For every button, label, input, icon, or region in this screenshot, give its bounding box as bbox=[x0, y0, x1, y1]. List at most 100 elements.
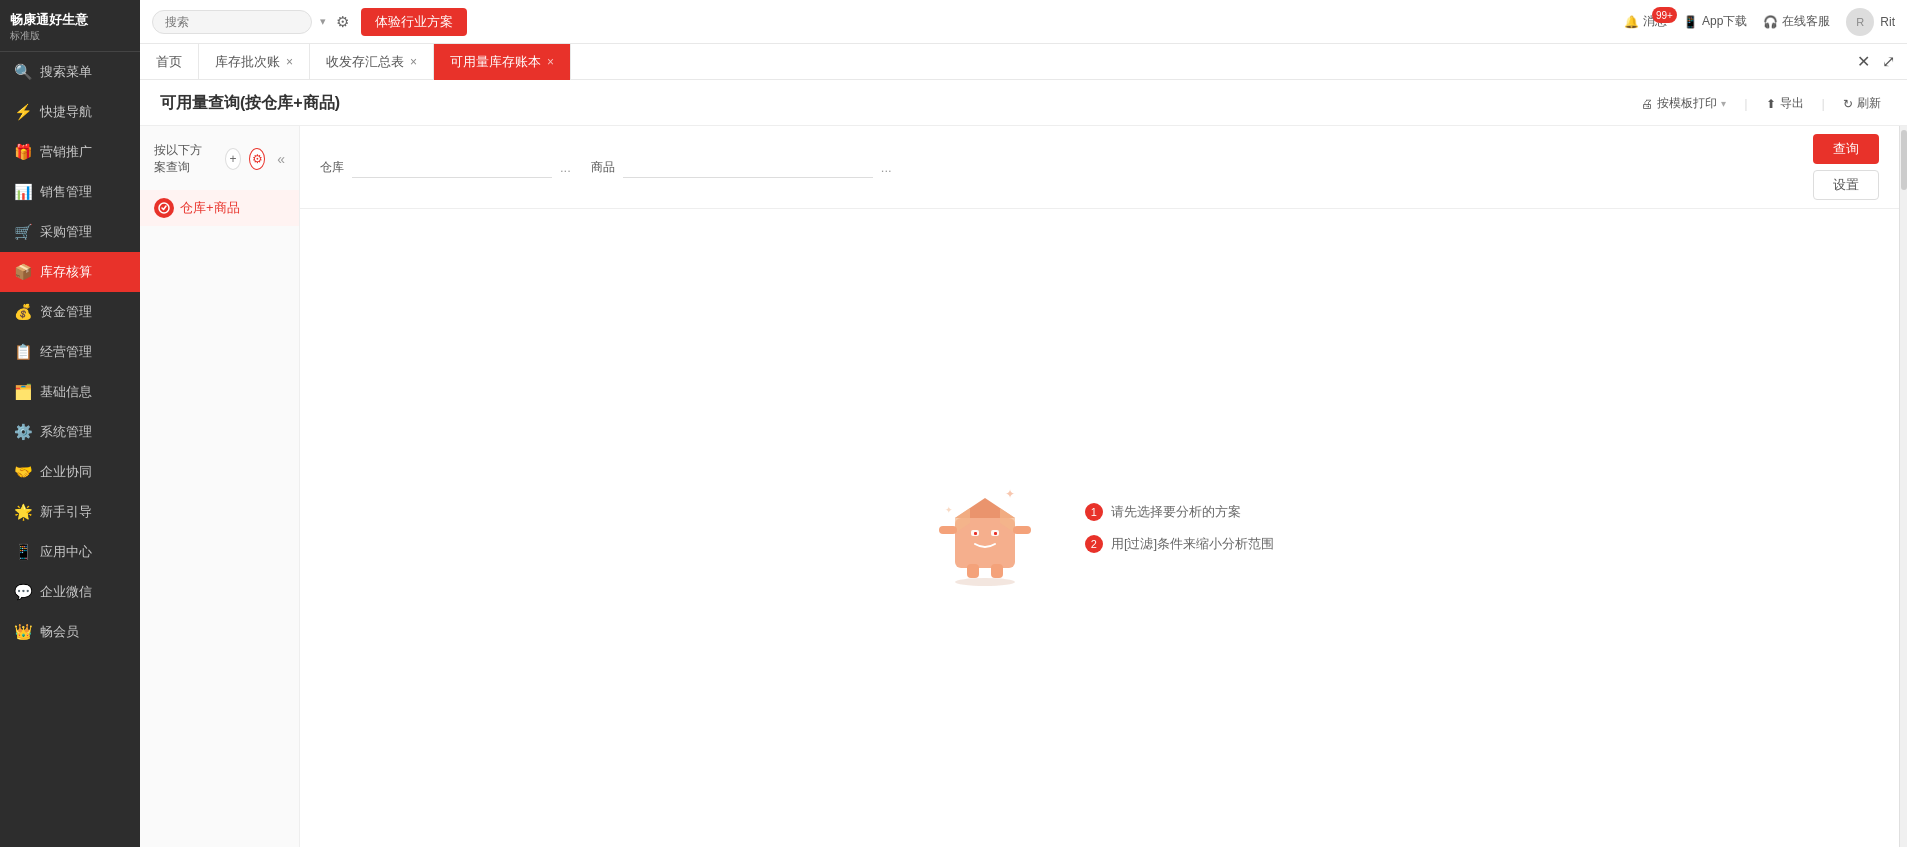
message-button[interactable]: 🔔 消息 99+ bbox=[1624, 13, 1667, 30]
sidebar-item-finance[interactable]: 💰 资金管理 bbox=[0, 292, 140, 332]
app-download-button[interactable]: 📱 App下载 bbox=[1683, 13, 1747, 30]
collapse-button[interactable]: « bbox=[277, 151, 285, 167]
print-label: 按模板打印 bbox=[1657, 95, 1717, 112]
warehouse-field: 仓库 ... bbox=[320, 157, 571, 178]
vip-icon: 👑 bbox=[14, 623, 32, 641]
topbar: ▾ ⚙ 体验行业方案 🔔 消息 99+ 📱 App下载 🎧 在线客服 R R bbox=[140, 0, 1907, 44]
add-scheme-button[interactable]: + bbox=[225, 148, 241, 170]
right-scrollbar[interactable] bbox=[1899, 126, 1907, 847]
sales-icon: 📊 bbox=[14, 183, 32, 201]
content-area: 仓库 ... 商品 ... 查询 设置 bbox=[300, 126, 1899, 847]
refresh-icon: ↻ bbox=[1843, 97, 1853, 111]
tab-collect-summary-close[interactable]: × bbox=[410, 55, 417, 69]
sidebar-item-search[interactable]: 🔍 搜索菜单 bbox=[0, 52, 140, 92]
sidebar-item-label-corp: 企业协同 bbox=[40, 463, 92, 481]
sidebar-item-vip[interactable]: 👑 畅会员 bbox=[0, 612, 140, 652]
print-icon: 🖨 bbox=[1641, 97, 1653, 111]
expand-tabs-button[interactable]: ⤢ bbox=[1878, 50, 1899, 73]
svg-text:✦: ✦ bbox=[945, 505, 953, 515]
page-title: 可用量查询(按仓库+商品) bbox=[160, 93, 340, 114]
sidebar-item-marketing[interactable]: 🎁 营销推广 bbox=[0, 132, 140, 172]
sidebar-item-label-quick-nav: 快捷导航 bbox=[40, 103, 92, 121]
sidebar-item-corp[interactable]: 🤝 企业协同 bbox=[0, 452, 140, 492]
app-label: App下载 bbox=[1702, 13, 1747, 30]
svg-rect-11 bbox=[967, 564, 979, 578]
tab-available-stock-label: 可用量库存账本 bbox=[450, 53, 541, 71]
page-header: 可用量查询(按仓库+商品) 🖨 按模板打印 ▾ | ⬆ 导出 | ↻ 刷新 bbox=[140, 80, 1907, 126]
empty-inner: ✦ ✦ 1 请先选择要分析的方案 2 用[过滤]条件来缩小分析范围 bbox=[925, 468, 1274, 588]
sidebar-item-system[interactable]: ⚙️ 系统管理 bbox=[0, 412, 140, 452]
svg-rect-7 bbox=[974, 532, 977, 535]
sidebar-item-purchase[interactable]: 🛒 采购管理 bbox=[0, 212, 140, 252]
sidebar-item-app-center[interactable]: 📱 应用中心 bbox=[0, 532, 140, 572]
sidebar-item-inventory[interactable]: 📦 库存核算 bbox=[0, 252, 140, 292]
empty-tips: 1 请先选择要分析的方案 2 用[过滤]条件来缩小分析范围 bbox=[1085, 503, 1274, 553]
tabs-bar: 首页 库存批次账 × 收发存汇总表 × 可用量库存账本 × ✕ ⤢ bbox=[140, 44, 1907, 80]
empty-tip-2: 2 用[过滤]条件来缩小分析范围 bbox=[1085, 535, 1274, 553]
empty-state: ✦ ✦ 1 请先选择要分析的方案 2 用[过滤]条件来缩小分析范围 bbox=[300, 209, 1899, 847]
tab-collect-summary[interactable]: 收发存汇总表 × bbox=[310, 44, 434, 80]
sidebar-item-sales[interactable]: 📊 销售管理 bbox=[0, 172, 140, 212]
sidebar-item-operation[interactable]: 📋 经营管理 bbox=[0, 332, 140, 372]
export-icon: ⬆ bbox=[1766, 97, 1776, 111]
gear-icon[interactable]: ⚙ bbox=[336, 13, 349, 31]
tab-available-stock-close[interactable]: × bbox=[547, 55, 554, 69]
goods-field: 商品 ... bbox=[591, 157, 892, 178]
print-button[interactable]: 🖨 按模板打印 ▾ bbox=[1635, 92, 1732, 115]
tip-1-text: 请先选择要分析的方案 bbox=[1111, 503, 1241, 521]
refresh-button[interactable]: ↻ 刷新 bbox=[1837, 92, 1887, 115]
sidebar-item-quick-nav[interactable]: ⚡ 快捷导航 bbox=[0, 92, 140, 132]
print-chevron-icon: ▾ bbox=[1721, 98, 1726, 109]
sidebar-item-label-marketing: 营销推广 bbox=[40, 143, 92, 161]
scheme-item-warehouse-goods[interactable]: 仓库+商品 bbox=[140, 190, 299, 226]
brand-name: 畅康通好生意 bbox=[10, 12, 130, 29]
sidebar-item-label-operation: 经营管理 bbox=[40, 343, 92, 361]
online-service-button[interactable]: 🎧 在线客服 bbox=[1763, 13, 1830, 30]
goods-input[interactable] bbox=[623, 157, 873, 178]
tab-stock-batch[interactable]: 库存批次账 × bbox=[199, 44, 310, 80]
svg-rect-12 bbox=[991, 564, 1003, 578]
finance-icon: 💰 bbox=[14, 303, 32, 321]
user-area[interactable]: R Rit bbox=[1846, 8, 1895, 36]
edit-scheme-button[interactable]: ⚙ bbox=[249, 148, 265, 170]
home-label: 首页 bbox=[156, 53, 182, 71]
tip-num-2: 2 bbox=[1085, 535, 1103, 553]
query-label: 按以下方案查询 bbox=[154, 142, 213, 176]
chevron-down-icon[interactable]: ▾ bbox=[320, 15, 326, 28]
sidebar-item-label-base-info: 基础信息 bbox=[40, 383, 92, 401]
service-label: 在线客服 bbox=[1782, 13, 1830, 30]
main-area: ▾ ⚙ 体验行业方案 🔔 消息 99+ 📱 App下载 🎧 在线客服 R R bbox=[140, 0, 1907, 847]
message-badge: 99+ bbox=[1652, 7, 1677, 23]
sidebar-item-label-wechat: 企业微信 bbox=[40, 583, 92, 601]
query-button[interactable]: 查询 bbox=[1813, 134, 1879, 164]
sidebar-item-wechat[interactable]: 💬 企业微信 bbox=[0, 572, 140, 612]
tab-home[interactable]: 首页 bbox=[140, 44, 199, 80]
scheme-item-label: 仓库+商品 bbox=[180, 199, 240, 217]
scheme-panel: 按以下方案查询 + ⚙ « 仓库+商品 bbox=[140, 126, 300, 847]
guide-icon: 🌟 bbox=[14, 503, 32, 521]
sidebar-item-guide[interactable]: 🌟 新手引导 bbox=[0, 492, 140, 532]
tab-stock-batch-label: 库存批次账 bbox=[215, 53, 280, 71]
goods-label: 商品 bbox=[591, 159, 615, 176]
phone-icon: 📱 bbox=[1683, 15, 1698, 29]
tip-num-1: 1 bbox=[1085, 503, 1103, 521]
warehouse-input[interactable] bbox=[352, 157, 552, 178]
export-button[interactable]: ⬆ 导出 bbox=[1760, 92, 1810, 115]
refresh-label: 刷新 bbox=[1857, 95, 1881, 112]
trial-button[interactable]: 体验行业方案 bbox=[361, 8, 467, 36]
goods-more-btn[interactable]: ... bbox=[881, 160, 892, 175]
warehouse-more-btn[interactable]: ... bbox=[560, 160, 571, 175]
sidebar-item-label-app-center: 应用中心 bbox=[40, 543, 92, 561]
tab-stock-batch-close[interactable]: × bbox=[286, 55, 293, 69]
system-icon: ⚙️ bbox=[14, 423, 32, 441]
sidebar-item-label-guide: 新手引导 bbox=[40, 503, 92, 521]
settings-button[interactable]: 设置 bbox=[1813, 170, 1879, 200]
sidebar-item-label-search: 搜索菜单 bbox=[40, 63, 92, 81]
close-all-tabs-button[interactable]: ✕ bbox=[1853, 50, 1874, 73]
scroll-thumb bbox=[1901, 130, 1907, 190]
sidebar-logo: 畅康通好生意 标准版 bbox=[0, 0, 140, 52]
sidebar-item-base-info[interactable]: 🗂️ 基础信息 bbox=[0, 372, 140, 412]
tab-available-stock[interactable]: 可用量库存账本 × bbox=[434, 44, 571, 80]
page-header-actions: 🖨 按模板打印 ▾ | ⬆ 导出 | ↻ 刷新 bbox=[1635, 92, 1887, 115]
search-input[interactable] bbox=[152, 10, 312, 34]
